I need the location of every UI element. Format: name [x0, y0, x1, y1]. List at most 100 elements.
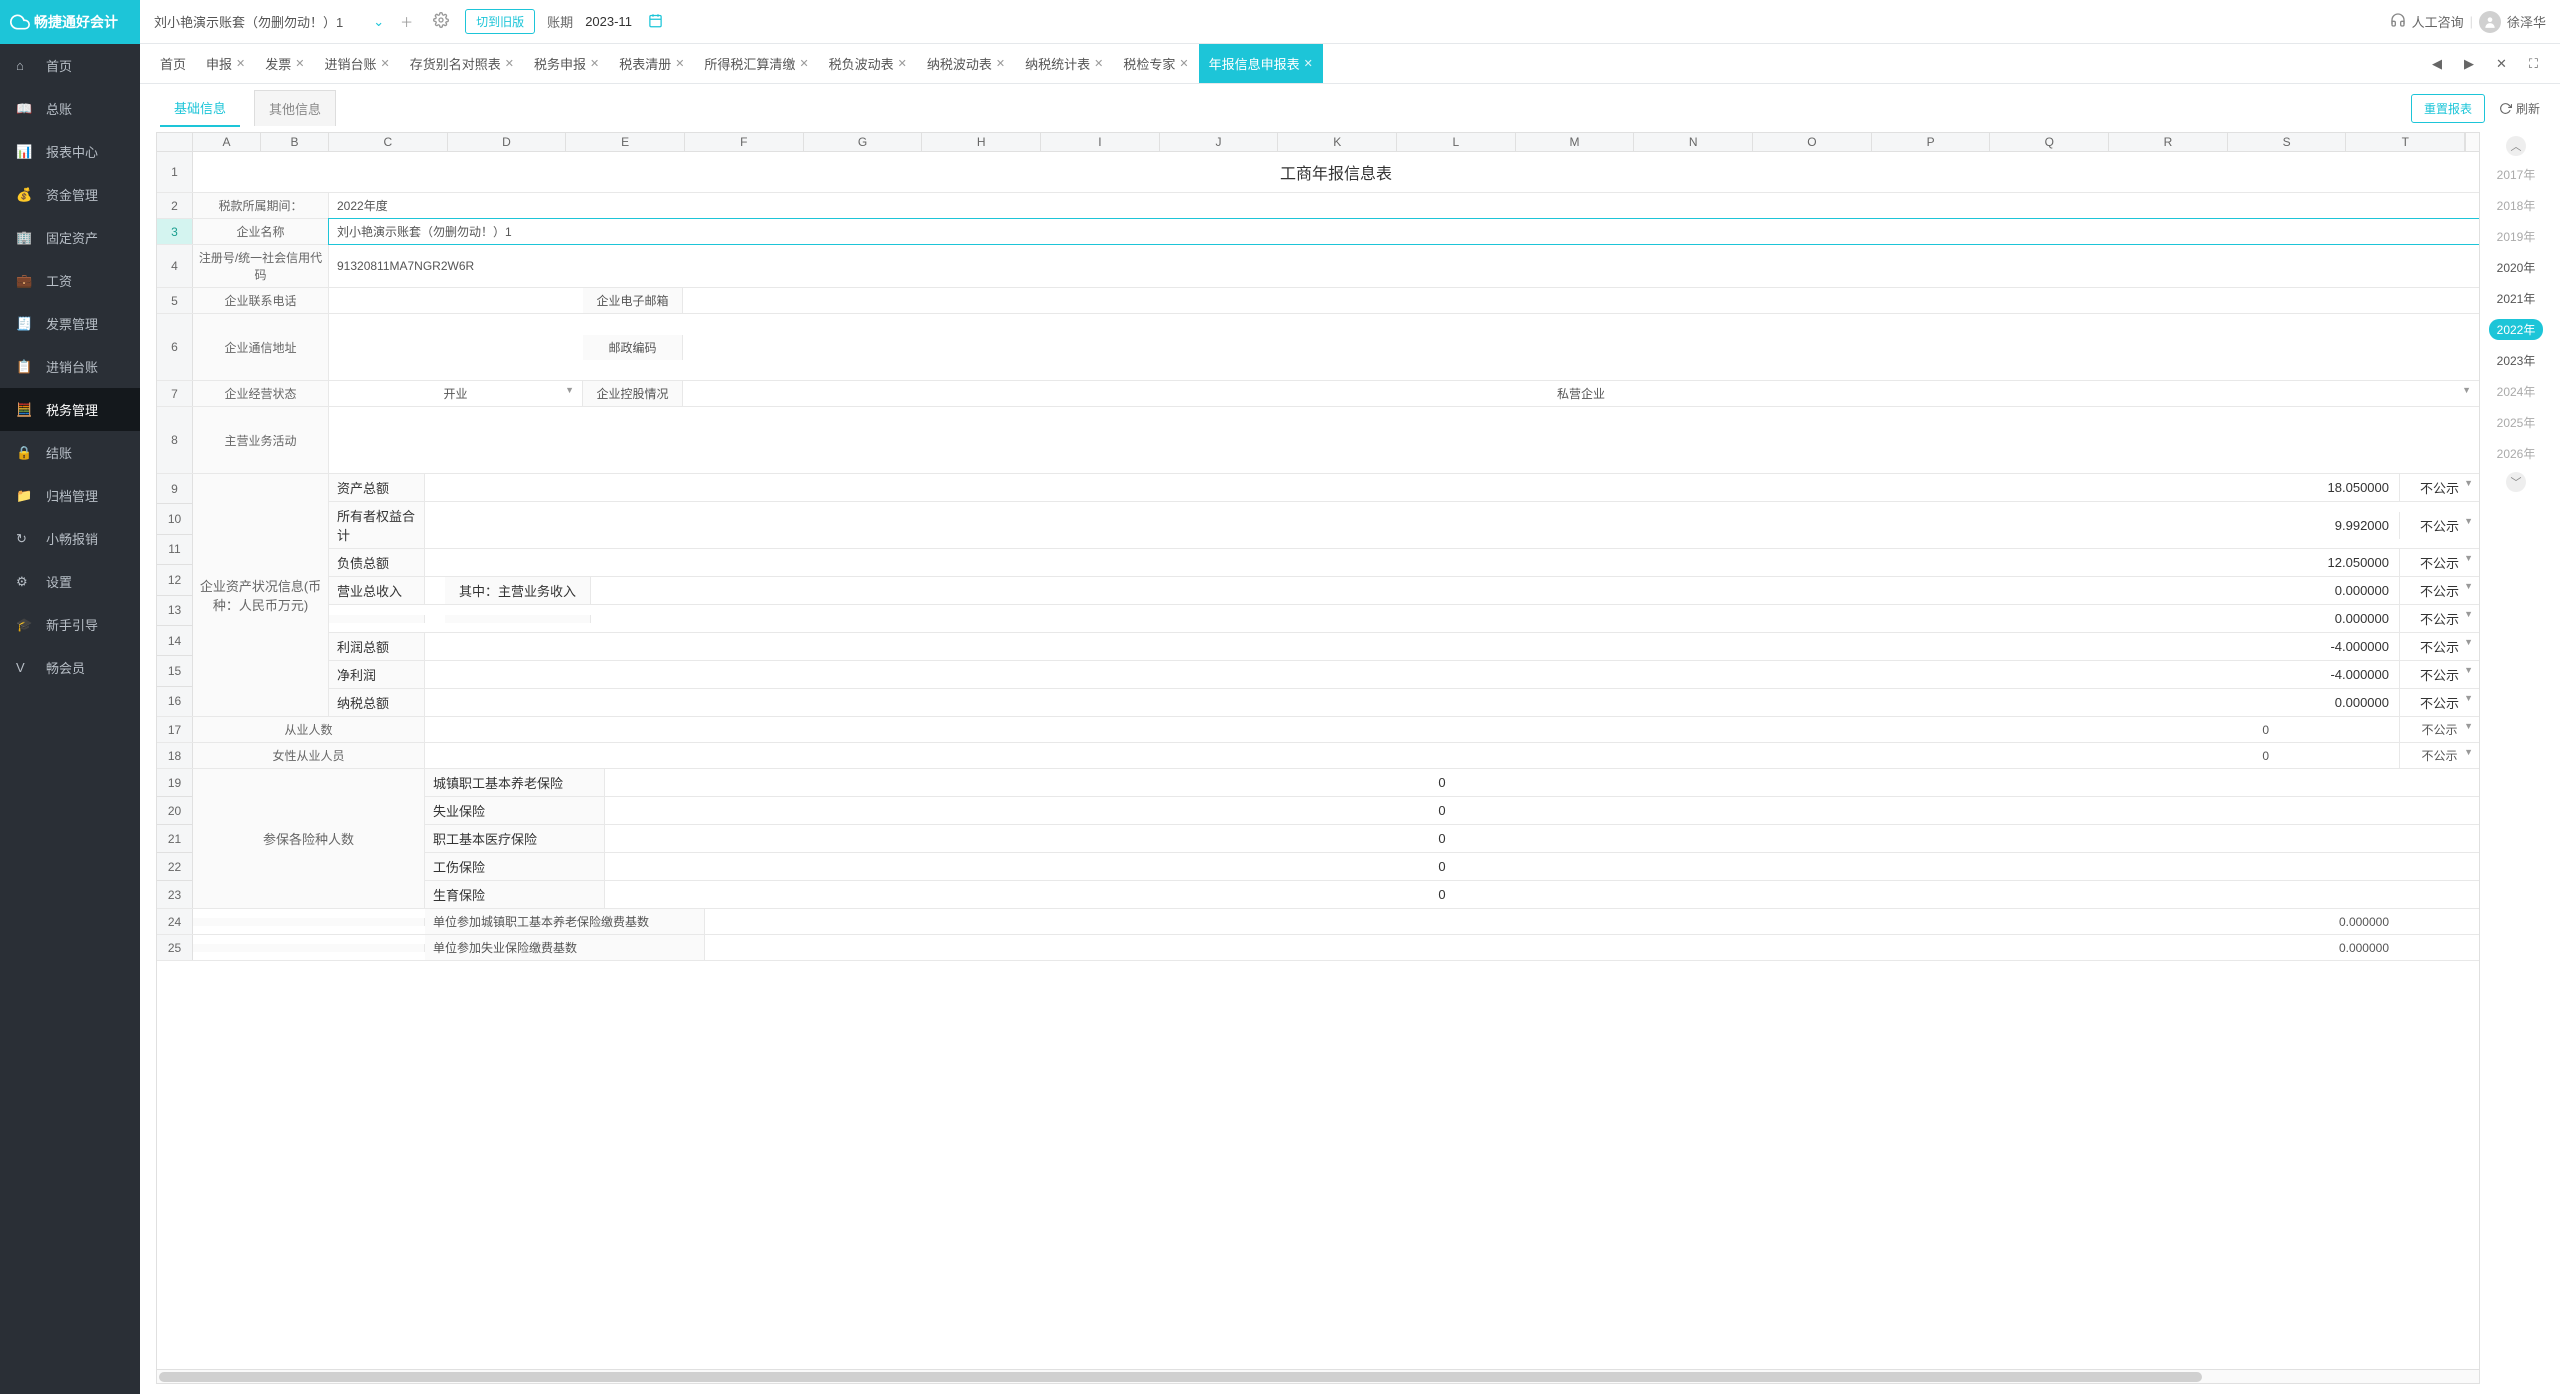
col-header[interactable]: R — [2109, 133, 2228, 151]
row-header[interactable]: 22 — [157, 853, 193, 881]
row-header[interactable]: 18 — [157, 743, 193, 768]
company-name-cell[interactable]: 刘小艳演示账套（勿删勿动！）1 — [328, 218, 2479, 245]
row-header[interactable]: 15 — [157, 656, 193, 686]
tab-10[interactable]: 纳税统计表✕ — [1015, 44, 1113, 83]
col-header[interactable]: Q — [1990, 133, 2109, 151]
value[interactable]: 0 — [425, 749, 2279, 763]
year-down-icon[interactable]: ﹀ — [2506, 472, 2526, 492]
row-header[interactable]: 23 — [157, 881, 193, 908]
value[interactable]: -4.000000 — [425, 667, 2399, 682]
close-icon[interactable]: ✕ — [1094, 57, 1103, 70]
period-value[interactable]: 2023-11 — [585, 14, 632, 29]
value[interactable]: 18.050000 — [425, 480, 2399, 495]
row-header[interactable]: 8 — [157, 407, 193, 473]
row-header[interactable]: 14 — [157, 626, 193, 656]
col-header[interactable]: J — [1160, 133, 1279, 151]
publish-select[interactable]: 不公示 — [2399, 474, 2479, 501]
tab-close-all-icon[interactable]: ✕ — [2490, 52, 2513, 76]
nav-item-10[interactable]: 📁归档管理 — [0, 474, 140, 517]
col-header[interactable]: G — [804, 133, 923, 151]
row-header[interactable]: 25 — [157, 935, 193, 960]
nav-item-6[interactable]: 🧾发票管理 — [0, 302, 140, 345]
row-header[interactable]: 17 — [157, 717, 193, 742]
close-icon[interactable]: ✕ — [590, 57, 599, 70]
publish-select[interactable]: 不公示 — [2399, 689, 2479, 716]
horizontal-scrollbar[interactable] — [157, 1369, 2479, 1383]
value[interactable]: 12.050000 — [425, 555, 2399, 570]
tab-8[interactable]: 税负波动表✕ — [819, 44, 917, 83]
year-2021年[interactable]: 2021年 — [2491, 288, 2542, 309]
account-selector[interactable]: 刘小艳演示账套（勿删勿动！）1 ⌄ — [154, 12, 384, 31]
nav-item-13[interactable]: 🎓新手引导 — [0, 603, 140, 646]
row-header[interactable]: 21 — [157, 825, 193, 853]
nav-item-8[interactable]: 🧮税务管理 — [0, 388, 140, 431]
calendar-icon[interactable] — [644, 9, 667, 35]
publish-select[interactable]: 不公示 — [2399, 743, 2479, 768]
value[interactable]: 0 — [605, 831, 2279, 846]
publish-select[interactable]: 不公示 — [2399, 549, 2479, 576]
tab-prev-icon[interactable]: ◀ — [2426, 52, 2448, 76]
nav-item-9[interactable]: 🔒结账 — [0, 431, 140, 474]
spreadsheet[interactable]: ABCDEFGHIJKLMNOPQRST 1工商年报信息表2税款所属期间：202… — [156, 132, 2480, 1384]
holding-select[interactable]: 私营企业 — [683, 381, 2479, 406]
nav-item-12[interactable]: ⚙设置 — [0, 560, 140, 603]
status-select[interactable]: 开业 — [329, 381, 583, 406]
publish-select[interactable]: 不公示 — [2399, 512, 2479, 539]
publish-select[interactable]: 不公示 — [2399, 717, 2479, 742]
nav-item-4[interactable]: 🏢固定资产 — [0, 216, 140, 259]
tab-other-info[interactable]: 其他信息 — [254, 90, 336, 126]
tab-1[interactable]: 申报✕ — [196, 44, 255, 83]
avatar[interactable] — [2479, 11, 2501, 33]
headset-icon[interactable] — [2390, 12, 2406, 31]
close-icon[interactable]: ✕ — [295, 57, 304, 70]
fullscreen-icon[interactable]: ⛶ — [2523, 52, 2544, 76]
nav-item-3[interactable]: 💰资金管理 — [0, 173, 140, 216]
col-header[interactable]: D — [448, 133, 567, 151]
row-header[interactable]: 11 — [157, 535, 193, 565]
col-header[interactable]: T — [2346, 133, 2465, 151]
consult-link[interactable]: 人工咨询 — [2412, 12, 2464, 31]
row-header[interactable]: 10 — [157, 504, 193, 534]
tab-7[interactable]: 所得税汇算清缴✕ — [694, 44, 818, 83]
row-header[interactable]: 20 — [157, 797, 193, 825]
year-2020年[interactable]: 2020年 — [2491, 257, 2542, 278]
col-header[interactable]: M — [1516, 133, 1635, 151]
col-header[interactable]: F — [685, 133, 804, 151]
row-header[interactable]: 5 — [157, 288, 193, 313]
close-icon[interactable]: ✕ — [505, 57, 514, 70]
tab-2[interactable]: 发票✕ — [255, 44, 314, 83]
value[interactable]: 0.000000 — [705, 941, 2399, 955]
user-name[interactable]: 徐泽华 — [2507, 12, 2546, 31]
value[interactable]: -4.000000 — [425, 639, 2399, 654]
tab-basic-info[interactable]: 基础信息 — [160, 90, 240, 127]
row-header[interactable]: 2 — [157, 193, 193, 218]
close-icon[interactable]: ✕ — [381, 57, 390, 70]
col-header[interactable]: P — [1872, 133, 1991, 151]
value[interactable]: 0 — [605, 887, 2279, 902]
tab-5[interactable]: 税务申报✕ — [524, 44, 609, 83]
nav-item-14[interactable]: V畅会员 — [0, 646, 140, 689]
publish-select[interactable]: 不公示 — [2399, 577, 2479, 604]
gear-icon[interactable] — [429, 8, 453, 35]
add-icon[interactable]: ＋ — [396, 8, 417, 35]
value[interactable]: 0 — [425, 723, 2279, 737]
value[interactable]: 0 — [605, 775, 2279, 790]
nav-item-0[interactable]: ⌂首页 — [0, 44, 140, 87]
col-header[interactable]: I — [1041, 133, 1160, 151]
value[interactable]: 0.000000 — [425, 695, 2399, 710]
tab-4[interactable]: 存货别名对照表✕ — [400, 44, 524, 83]
row-header[interactable]: 4 — [157, 245, 193, 287]
tab-6[interactable]: 税表清册✕ — [609, 44, 694, 83]
col-header[interactable]: L — [1397, 133, 1516, 151]
close-icon[interactable]: ✕ — [898, 57, 907, 70]
reset-report-button[interactable]: 重置报表 — [2411, 94, 2485, 123]
row-header[interactable]: 9 — [157, 474, 193, 504]
row-header[interactable]: 12 — [157, 565, 193, 595]
row-header[interactable]: 3 — [157, 219, 193, 244]
col-header[interactable]: A — [193, 133, 261, 151]
row-header[interactable]: 13 — [157, 596, 193, 626]
nav-item-1[interactable]: 📖总账 — [0, 87, 140, 130]
publish-select[interactable]: 不公示 — [2399, 661, 2479, 688]
col-header[interactable]: N — [1634, 133, 1753, 151]
tab-3[interactable]: 进销台账✕ — [314, 44, 399, 83]
